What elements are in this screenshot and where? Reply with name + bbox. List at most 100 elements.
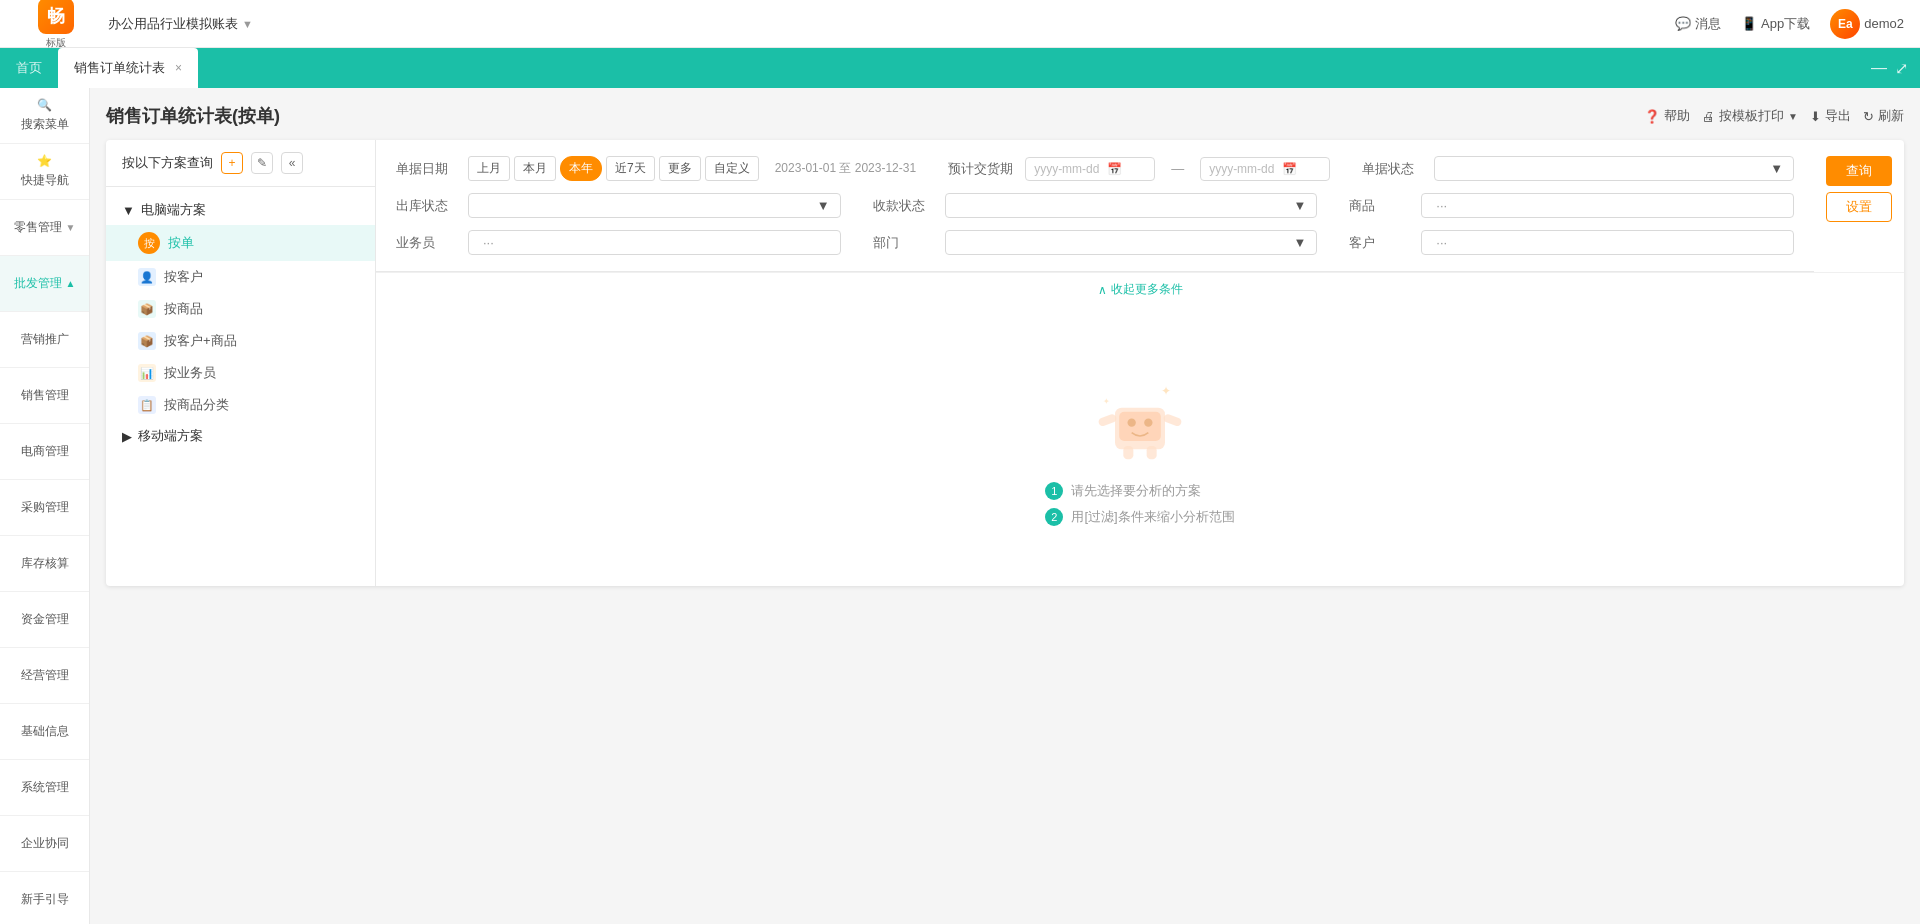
pay-status-select[interactable]: ▼: [945, 193, 1318, 218]
scheme-item-按客户[interactable]: 👤 按客户: [106, 261, 375, 293]
settings-btn[interactable]: 设置: [1826, 192, 1892, 222]
svg-point-3: [1144, 419, 1152, 427]
app-logo[interactable]: 畅 标版: [16, 0, 96, 50]
empty-tip-2: 2 用[过滤]条件来缩小分析范围: [1045, 508, 1234, 526]
tab-maximize-btn[interactable]: ⤢: [1895, 59, 1908, 78]
sidebar-search[interactable]: 🔍 搜索菜单: [0, 88, 89, 144]
goods-dots[interactable]: ···: [1432, 198, 1451, 213]
tab-minimize-btn[interactable]: —: [1871, 59, 1887, 77]
sidebar-item-newbie[interactable]: 新手引导: [0, 872, 89, 924]
custom-btn[interactable]: 自定义: [705, 156, 759, 181]
salesperson-dots[interactable]: ···: [479, 235, 498, 250]
svg-rect-5: [1162, 413, 1182, 427]
sidebar-item-wholesale[interactable]: 批发管理 ▲: [0, 256, 89, 312]
scheme-icon-按业务员: 📊: [138, 364, 156, 382]
empty-state: ✦ ✦ 1 请先选择要分析的方案 2 用[过滤]条件来缩小分析范围: [376, 306, 1904, 586]
sidebar-item-marketing[interactable]: 营销推广: [0, 312, 89, 368]
filter-wrapper: 单据日期 上月 本月 本年 近7天 更多 自定义 2023-01-01 至 20…: [376, 140, 1904, 272]
collapse-icon: ∧: [1098, 283, 1107, 297]
scheme-item-按客户+商品[interactable]: 📦 按客户+商品: [106, 325, 375, 357]
query-btn[interactable]: 查询: [1826, 156, 1892, 186]
sidebar-item-operations[interactable]: 经营管理: [0, 648, 89, 704]
scheme-item-按单[interactable]: 按 按单: [106, 225, 375, 261]
chevron-down-dept: ▼: [1293, 235, 1306, 250]
help-icon: ❓: [1644, 109, 1660, 124]
scheme-item-按商品[interactable]: 📦 按商品: [106, 293, 375, 325]
tip-2-num: 2: [1045, 508, 1063, 526]
sidebar-item-sales[interactable]: 销售管理: [0, 368, 89, 424]
customer-dots[interactable]: ···: [1432, 235, 1451, 250]
filter-row-3: 业务员 ··· 部门 ▼ 客户: [396, 230, 1794, 255]
refresh-icon: ↻: [1863, 109, 1874, 124]
message-btn[interactable]: 💬 消息: [1675, 15, 1721, 33]
dept-select[interactable]: ▼: [945, 230, 1318, 255]
this-year-btn[interactable]: 本年: [560, 156, 602, 181]
print-btn[interactable]: 🖨 按模板打印 ▼: [1702, 107, 1798, 125]
last7-btn[interactable]: 近7天: [606, 156, 655, 181]
customer-input[interactable]: ···: [1421, 230, 1794, 255]
search-icon: 🔍: [37, 98, 52, 112]
doc-status-select[interactable]: ▼: [1434, 156, 1794, 181]
main-layout: 🔍 搜索菜单 ⭐ 快捷导航 零售管理 ▼ 批发管理 ▲ 营销推广 销售管理 电商…: [0, 88, 1920, 924]
scheme-item-按业务员[interactable]: 📊 按业务员: [106, 357, 375, 389]
empty-illustration: ✦ ✦: [1090, 366, 1190, 466]
sidebar-item-purchase[interactable]: 采购管理: [0, 480, 89, 536]
salesperson-label: 业务员: [396, 234, 456, 252]
this-month-btn[interactable]: 本月: [514, 156, 556, 181]
delivery-date-label: 预计交货期: [948, 160, 1013, 178]
last-month-btn[interactable]: 上月: [468, 156, 510, 181]
left-panel: 按以下方案查询 + ✎ « ▼ 电脑端方案 按 按单: [106, 140, 376, 586]
scheme-icon-按商品分类: 📋: [138, 396, 156, 414]
refresh-btn[interactable]: ↻ 刷新: [1863, 107, 1904, 125]
collapse-panel-btn[interactable]: «: [281, 152, 303, 174]
delivery-date-end[interactable]: yyyy-mm-dd 📅: [1200, 157, 1330, 181]
scheme-tree: ▼ 电脑端方案 按 按单 👤 按客户 📦: [106, 187, 375, 459]
sidebar-item-retail[interactable]: 零售管理 ▼: [0, 200, 89, 256]
app-title: 办公用品行业模拟账表 ▼: [108, 15, 253, 33]
tab-sales-order[interactable]: 销售订单统计表 ×: [58, 48, 198, 88]
sidebar-item-system[interactable]: 系统管理: [0, 760, 89, 816]
svg-rect-7: [1147, 446, 1157, 459]
doc-status-label: 单据状态: [1362, 160, 1422, 178]
sidebar-item-ecommerce[interactable]: 电商管理: [0, 424, 89, 480]
edit-scheme-btn[interactable]: ✎: [251, 152, 273, 174]
calendar-icon: 📅: [1107, 162, 1122, 176]
export-btn[interactable]: ⬇ 导出: [1810, 107, 1851, 125]
goods-input[interactable]: ···: [1421, 193, 1794, 218]
sidebar-item-enterprise[interactable]: 企业协同: [0, 816, 89, 872]
top-bar: 畅 标版 办公用品行业模拟账表 ▼ 💬 消息 📱 App下载 Ea demo2: [0, 0, 1920, 48]
add-scheme-btn[interactable]: +: [221, 152, 243, 174]
app-download-btn[interactable]: 📱 App下载: [1741, 15, 1810, 33]
page-header-actions: ❓ 帮助 🖨 按模板打印 ▼ ⬇ 导出 ↻ 刷新: [1644, 107, 1904, 125]
filter-area: 单据日期 上月 本月 本年 近7天 更多 自定义 2023-01-01 至 20…: [376, 140, 1814, 272]
scheme-icon-按单: 按: [138, 232, 160, 254]
chevron-down-icon-doc: ▼: [1770, 161, 1783, 176]
sidebar-item-finance[interactable]: 资金管理: [0, 592, 89, 648]
chevron-right-icon: ▶: [122, 429, 132, 444]
sidebar-item-inventory[interactable]: 库存核算: [0, 536, 89, 592]
sidebar-item-basics[interactable]: 基础信息: [0, 704, 89, 760]
delivery-date-start[interactable]: yyyy-mm-dd 📅: [1025, 157, 1155, 181]
salesperson-input[interactable]: ···: [468, 230, 841, 255]
customer-label: 客户: [1349, 234, 1409, 252]
help-btn[interactable]: ❓ 帮助: [1644, 107, 1690, 125]
scheme-item-按商品分类[interactable]: 📋 按商品分类: [106, 389, 375, 421]
collapse-bar[interactable]: ∧ 收起更多条件: [376, 272, 1904, 306]
desktop-group-label[interactable]: ▼ 电脑端方案: [106, 195, 375, 225]
empty-tip-1: 1 请先选择要分析的方案: [1045, 482, 1234, 500]
filter-row-2: 出库状态 ▼ 收款状态 ▼ 商品: [396, 193, 1794, 218]
chevron-down-icon: ▼: [122, 203, 135, 218]
sidebar-quick-nav[interactable]: ⭐ 快捷导航: [0, 144, 89, 200]
tab-home[interactable]: 首页: [0, 48, 58, 88]
out-status-select[interactable]: ▼: [468, 193, 841, 218]
right-panel: 单据日期 上月 本月 本年 近7天 更多 自定义 2023-01-01 至 20…: [376, 140, 1904, 586]
avatar: Ea: [1830, 9, 1860, 39]
svg-text:✦: ✦: [1103, 396, 1110, 406]
tab-close-icon[interactable]: ×: [175, 61, 182, 75]
user-menu[interactable]: Ea demo2: [1830, 9, 1904, 39]
scheme-icon-按商品: 📦: [138, 300, 156, 318]
svg-point-2: [1128, 419, 1136, 427]
page-title: 查询 销售订单统计表(按单): [106, 104, 280, 128]
more-btn[interactable]: 更多: [659, 156, 701, 181]
mobile-group-label[interactable]: ▶ 移动端方案: [106, 421, 375, 451]
